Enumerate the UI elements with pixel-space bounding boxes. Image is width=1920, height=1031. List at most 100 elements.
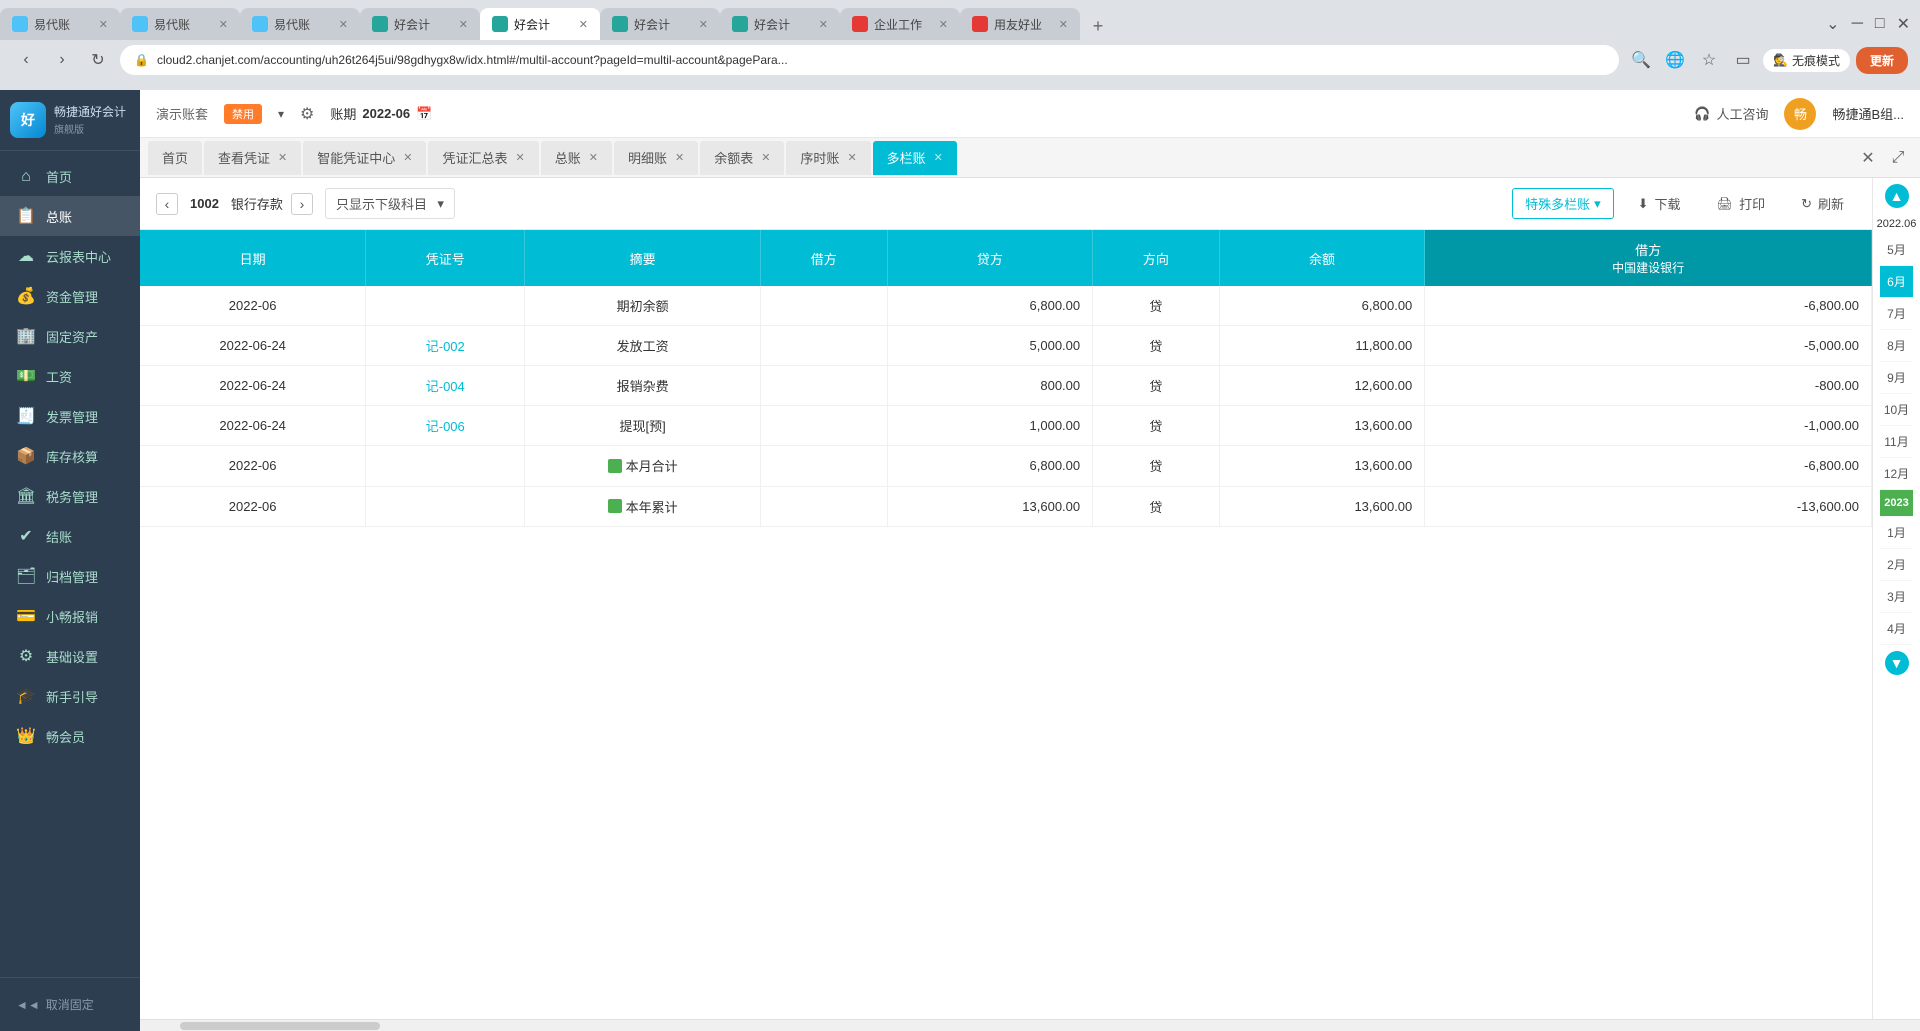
tab-list-button[interactable]: ⌄ — [1824, 12, 1841, 36]
cal-month-item[interactable]: 12月 — [1880, 458, 1913, 490]
tab-close-5[interactable]: ✕ — [579, 18, 588, 31]
cal-up-arrow-icon[interactable]: ▲ — [1885, 184, 1909, 208]
badge-dropdown[interactable]: ▾ — [278, 107, 284, 121]
reload-button[interactable]: ↻ — [84, 46, 112, 74]
refresh-button[interactable]: ↻ 刷新 — [1789, 189, 1856, 218]
tab-voucher-summary-close[interactable]: ✕ — [516, 151, 525, 164]
calendar-icon[interactable]: 📅 — [416, 106, 432, 122]
user-name[interactable]: 畅捷通B组... — [1832, 104, 1904, 123]
minimize-button[interactable]: ─ — [1850, 13, 1865, 35]
print-button[interactable]: 🖨 打印 — [1705, 189, 1778, 218]
tab-multi-col[interactable]: 多栏账 ✕ — [873, 141, 957, 175]
address-bar[interactable]: 🔒 cloud2.chanjet.com/accounting/uh26t264… — [120, 45, 1619, 75]
browser-tab-7[interactable]: 好会计 ✕ — [720, 8, 840, 40]
cal-month-item[interactable]: 8月 — [1880, 330, 1913, 362]
cal-down-arrow-icon[interactable]: ▼ — [1885, 651, 1909, 675]
sidebar-item-tax[interactable]: 🏛 税务管理 — [0, 476, 140, 516]
maximize-button[interactable]: □ — [1873, 13, 1887, 35]
close-window-button[interactable]: ✕ — [1895, 12, 1912, 36]
translate-button[interactable]: 🌐 — [1661, 46, 1689, 74]
cal-month-item[interactable]: 4月 — [1880, 613, 1913, 645]
tab-close-2[interactable]: ✕ — [219, 18, 228, 31]
sidebar-item-settings[interactable]: ⚙ 基础设置 — [0, 636, 140, 676]
tab-close-3[interactable]: ✕ — [339, 18, 348, 31]
tab-collapse-button[interactable]: ✕ — [1854, 144, 1882, 172]
sidebar-item-guide[interactable]: 🎓 新手引导 — [0, 676, 140, 716]
browser-tab-1[interactable]: 易代账 ✕ — [0, 8, 120, 40]
sidebar-item-reports[interactable]: ☁ 云报表中心 — [0, 236, 140, 276]
cal-month-item[interactable]: 3月 — [1880, 581, 1913, 613]
tab-multi-col-close[interactable]: ✕ — [934, 151, 943, 164]
tab-balance[interactable]: 余额表 ✕ — [700, 141, 784, 175]
scrollbar-thumb[interactable] — [180, 1022, 380, 1030]
tab-close-1[interactable]: ✕ — [99, 18, 108, 31]
filter-dropdown[interactable]: 只显示下级科目 ▾ — [325, 188, 455, 219]
sidebar-item-close[interactable]: ✔ 结账 — [0, 516, 140, 556]
browser-tab-5[interactable]: 好会计 ✕ — [480, 8, 600, 40]
cal-scroll-up-button[interactable]: ▲ — [1881, 178, 1913, 214]
sidebar-item-home[interactable]: ⌂ 首页 — [0, 157, 140, 196]
demo-badge[interactable]: 禁用 — [224, 104, 262, 124]
voucher-link[interactable]: 记-004 — [426, 379, 465, 394]
voucher-link[interactable]: 记-006 — [426, 419, 465, 434]
search-button[interactable]: 🔍 — [1627, 46, 1655, 74]
browser-tab-9[interactable]: 用友好业 ✕ — [960, 8, 1080, 40]
tab-home[interactable]: 首页 — [148, 141, 202, 175]
sidebar-item-ledger[interactable]: 📋 总账 — [0, 196, 140, 236]
sidebar-item-expense[interactable]: 💳 小畅报销 — [0, 596, 140, 636]
sidebar-item-member[interactable]: 👑 畅会员 — [0, 716, 140, 756]
tab-detail-ledger[interactable]: 明细账 ✕ — [614, 141, 698, 175]
forward-button[interactable]: › — [48, 46, 76, 74]
tab-journal-close[interactable]: ✕ — [847, 151, 856, 164]
account-prev-button[interactable]: ‹ — [156, 193, 178, 215]
voucher-link[interactable]: 记-002 — [426, 339, 465, 354]
sidebar-toggle[interactable]: ▭ — [1729, 46, 1757, 74]
tab-close-6[interactable]: ✕ — [699, 18, 708, 31]
cal-month-item[interactable]: 10月 — [1880, 394, 1913, 426]
tab-general-ledger[interactable]: 总账 ✕ — [541, 141, 612, 175]
tab-view-voucher[interactable]: 查看凭证 ✕ — [204, 141, 301, 175]
tab-detail-ledger-close[interactable]: ✕ — [675, 151, 684, 164]
download-button[interactable]: ⬇ 下载 — [1626, 189, 1693, 218]
back-button[interactable]: ‹ — [12, 46, 40, 74]
cal-month-item[interactable]: 5月 — [1880, 234, 1913, 266]
user-avatar[interactable]: 畅 — [1784, 98, 1816, 130]
tab-smart-voucher[interactable]: 智能凭证中心 ✕ — [303, 141, 426, 175]
horizontal-scrollbar[interactable] — [140, 1019, 1920, 1031]
tab-general-ledger-close[interactable]: ✕ — [589, 151, 598, 164]
tab-close-4[interactable]: ✕ — [459, 18, 468, 31]
cal-month-item[interactable]: 7月 — [1880, 298, 1913, 330]
sidebar-item-salary[interactable]: 💵 工资 — [0, 356, 140, 396]
tab-smart-voucher-close[interactable]: ✕ — [403, 151, 412, 164]
browser-tab-4[interactable]: 好会计 ✕ — [360, 8, 480, 40]
browser-tab-6[interactable]: 好会计 ✕ — [600, 8, 720, 40]
cal-month-item[interactable]: 2月 — [1880, 549, 1913, 581]
sidebar-item-archive[interactable]: 🗂 归档管理 — [0, 556, 140, 596]
tab-close-8[interactable]: ✕ — [939, 18, 948, 31]
tab-voucher-summary[interactable]: 凭证汇总表 ✕ — [428, 141, 538, 175]
special-cols-button[interactable]: 特殊多栏账 ▾ — [1512, 188, 1614, 219]
tab-balance-close[interactable]: ✕ — [761, 151, 770, 164]
cal-month-item[interactable]: 11月 — [1880, 426, 1913, 458]
unpin-button[interactable]: ◄◄ 取消固定 — [0, 988, 140, 1021]
browser-tab-2[interactable]: 易代账 ✕ — [120, 8, 240, 40]
browser-tab-3[interactable]: 易代账 ✕ — [240, 8, 360, 40]
sidebar-item-invoice[interactable]: 🧾 发票管理 — [0, 396, 140, 436]
tab-view-voucher-close[interactable]: ✕ — [278, 151, 287, 164]
tab-journal[interactable]: 序时账 ✕ — [786, 141, 870, 175]
sidebar-item-assets[interactable]: 🏢 固定资产 — [0, 316, 140, 356]
tab-expand-button[interactable]: ⤢ — [1884, 144, 1912, 172]
cal-scroll-down-button[interactable]: ▼ — [1881, 645, 1913, 681]
settings-gear-icon[interactable]: ⚙ — [300, 104, 314, 124]
cal-month-item[interactable]: 6月 — [1880, 266, 1913, 298]
tab-close-9[interactable]: ✕ — [1059, 18, 1068, 31]
sidebar-item-funds[interactable]: 💰 资金管理 — [0, 276, 140, 316]
cal-year-marker[interactable]: 2023 — [1880, 490, 1913, 517]
update-button[interactable]: 更新 — [1856, 47, 1908, 74]
bookmark-button[interactable]: ☆ — [1695, 46, 1723, 74]
cal-month-item[interactable]: 1月 — [1880, 517, 1913, 549]
sidebar-item-inventory[interactable]: 📦 库存核算 — [0, 436, 140, 476]
account-next-button[interactable]: › — [291, 193, 313, 215]
browser-tab-8[interactable]: 企业工作 ✕ — [840, 8, 960, 40]
consulting-button[interactable]: 🎧 人工咨询 — [1694, 104, 1768, 123]
